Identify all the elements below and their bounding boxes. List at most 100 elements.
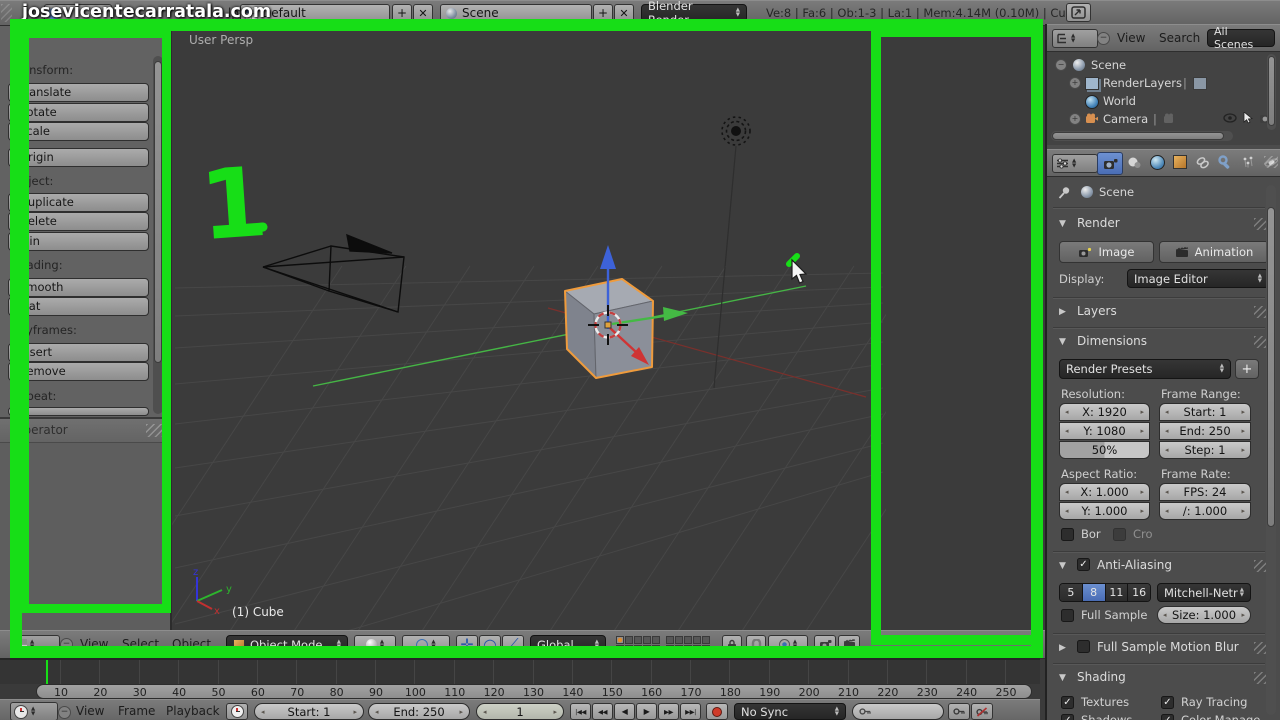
frame-step-field[interactable]: ◂ Step: 1 ▸ bbox=[1159, 441, 1251, 459]
textures-checkbox[interactable]: ✓ Textures bbox=[1061, 695, 1129, 709]
render-presets-dropdown[interactable]: Render Presets ▲ ▼ bbox=[1059, 359, 1231, 379]
outliner-scene-label[interactable]: Scene bbox=[1091, 58, 1126, 72]
layers-panel-header[interactable]: ▶ Layers bbox=[1047, 303, 1280, 321]
add-preset-button[interactable]: + bbox=[1235, 359, 1259, 379]
render-animation-button[interactable]: Animation bbox=[1159, 241, 1269, 263]
select-menu[interactable]: Select bbox=[122, 637, 159, 651]
operator-panel-label[interactable]: Operator bbox=[14, 423, 68, 437]
aa-samples-5[interactable]: 5 bbox=[1060, 584, 1083, 601]
aa-samples-11[interactable]: 11 bbox=[1105, 584, 1129, 601]
outliner-filter-dropdown[interactable]: All Scenes bbox=[1207, 25, 1275, 51]
outliner-v-scrollbar[interactable] bbox=[1267, 54, 1276, 130]
outliner-camera-label[interactable]: Camera bbox=[1103, 112, 1148, 126]
current-frame-line[interactable] bbox=[46, 660, 48, 684]
current-frame-field[interactable]: ◂ 1 ▸ bbox=[476, 703, 564, 720]
outliner-row-camera[interactable]: + Camera | bbox=[1047, 110, 1280, 128]
breadcrumb-scene[interactable]: Scene bbox=[1099, 185, 1134, 199]
jump-to-end-button[interactable]: ▶▶| bbox=[680, 703, 701, 720]
shading-panel-header[interactable]: ▼ Shading bbox=[1047, 669, 1280, 687]
panel-drag-grip[interactable] bbox=[1264, 156, 1278, 168]
window-resize-grip[interactable] bbox=[1, 4, 12, 22]
outliner-view-menu[interactable]: View bbox=[1117, 31, 1145, 45]
checkbox-icon[interactable]: ✓ bbox=[1077, 640, 1090, 653]
join-button[interactable]: Join bbox=[8, 232, 149, 251]
editor-type-selector[interactable]: ▲ ▼ bbox=[1052, 29, 1098, 48]
outliner-h-scrollbar[interactable] bbox=[1051, 131, 1233, 141]
aa-filter-dropdown[interactable]: Mitchell-Netr ▲ ▼ bbox=[1157, 583, 1251, 602]
snap-element-dropdown[interactable]: ▲ ▼ bbox=[768, 635, 808, 654]
tab-constraints[interactable] bbox=[1195, 155, 1210, 170]
tab-render[interactable] bbox=[1097, 152, 1123, 175]
prev-keyframe-button[interactable]: ◀◀ bbox=[592, 703, 613, 720]
collapse-menus-icon[interactable]: − bbox=[60, 638, 73, 651]
smooth-button[interactable]: Smooth bbox=[8, 278, 149, 297]
resolution-x-field[interactable]: ◂ X: 1920 ▸ bbox=[1059, 403, 1150, 421]
viewport-shading-dropdown[interactable]: ▲ ▼ bbox=[354, 635, 396, 654]
aa-samples-16[interactable]: 16 bbox=[1128, 584, 1150, 601]
timeline-scrollbar[interactable]: 10 20 30 40 50 60 70 80 90 100 110 120 130 140 150 160 1… bbox=[36, 684, 1032, 699]
render-engine-dropdown[interactable]: Blender Render ▲ ▼ bbox=[641, 0, 747, 27]
timeline-frame-menu[interactable]: Frame bbox=[118, 704, 155, 718]
render-image-button[interactable]: Image bbox=[1059, 241, 1154, 263]
expand-toggle-icon[interactable]: + bbox=[1069, 113, 1081, 125]
tab-scene[interactable] bbox=[1127, 155, 1142, 170]
fps-base-field[interactable]: ◂/: 1.000 ▸ bbox=[1159, 502, 1251, 520]
manipulator-rotate-button[interactable]: ◠ bbox=[479, 635, 501, 654]
delete-scene-button[interactable]: ✕ bbox=[614, 4, 634, 22]
outliner-row-world[interactable]: World bbox=[1047, 92, 1280, 110]
panel-drag-grip[interactable] bbox=[146, 424, 164, 437]
translate-button[interactable]: Translate bbox=[8, 83, 149, 102]
editor-type-selector[interactable]: ▲ ▼ bbox=[1052, 154, 1098, 173]
flat-button[interactable]: Flat bbox=[8, 297, 149, 316]
color-manage-checkbox[interactable]: ✓ Color Manage bbox=[1161, 713, 1260, 720]
aa-size-field[interactable]: ◂ Size: 1.000 ▸ bbox=[1157, 606, 1251, 624]
aspect-x-field[interactable]: ◂ X: 1.000 ▸ bbox=[1059, 483, 1150, 501]
keying-set-field[interactable] bbox=[852, 703, 944, 720]
full-sample-checkbox[interactable]: ✓ Full Sample bbox=[1061, 608, 1147, 622]
tab-particles[interactable] bbox=[1241, 155, 1256, 170]
outliner-row-renderlayers[interactable]: + RenderLayers | bbox=[1047, 74, 1280, 92]
timeline-playback-menu[interactable]: Playback bbox=[166, 704, 220, 718]
aa-samples-8[interactable]: 8 bbox=[1082, 584, 1106, 601]
aspect-y-field[interactable]: ◂ Y: 1.000 ▸ bbox=[1059, 502, 1150, 520]
duplicate-button[interactable]: Duplicate bbox=[8, 193, 149, 212]
snap-magnet-button[interactable] bbox=[746, 635, 766, 654]
lamp-object[interactable] bbox=[713, 116, 751, 389]
view-menu[interactable]: View bbox=[80, 637, 108, 651]
scene-dropdown[interactable]: Scene bbox=[440, 4, 592, 22]
repeat-last-button[interactable] bbox=[8, 407, 149, 416]
fsmb-panel-header[interactable]: ▶ ✓ Full Sample Motion Blur bbox=[1047, 639, 1280, 657]
aa-samples-segment[interactable]: 5 8 11 16 bbox=[1059, 583, 1151, 602]
lock-to-scene-button[interactable] bbox=[722, 635, 742, 654]
window-duplicate-icon[interactable] bbox=[1066, 3, 1091, 22]
crop-checkbox[interactable]: ✓ Cro bbox=[1113, 527, 1153, 541]
editor-type-selector[interactable]: ▲ ▼ bbox=[12, 635, 60, 654]
orientation-dropdown[interactable]: Global ▲ ▼ bbox=[530, 635, 606, 654]
layers-grid-1[interactable] bbox=[616, 636, 660, 653]
sync-mode-dropdown[interactable]: No Sync ▲ ▼ bbox=[734, 703, 846, 720]
antialiasing-panel-header[interactable]: ▼ ✓ Anti-Aliasing bbox=[1047, 557, 1280, 575]
frame-start-field[interactable]: ◂ Start: 1 ▸ bbox=[254, 703, 364, 720]
remove-keyframe-button[interactable]: Remove bbox=[8, 362, 149, 381]
render-opengl-button[interactable] bbox=[814, 635, 836, 654]
pivot-point-dropdown[interactable]: ▲ ▼ bbox=[402, 635, 450, 654]
frame-end-field[interactable]: ◂ End: 250 ▸ bbox=[1159, 422, 1251, 440]
editor-type-selector[interactable]: ▲ ▼ bbox=[10, 702, 58, 720]
fps-field[interactable]: ◂ FPS: 24 ▸ bbox=[1159, 483, 1251, 501]
jump-to-start-button[interactable]: |◀◀ bbox=[570, 703, 591, 720]
shadows-checkbox[interactable]: ✓ Shadows bbox=[1061, 713, 1132, 720]
origin-button[interactable]: Origin bbox=[8, 148, 149, 167]
play-reverse-button[interactable]: ◀ bbox=[614, 703, 635, 720]
mode-dropdown[interactable]: Object Mode ▲ ▼ bbox=[226, 635, 348, 654]
outliner-search-menu[interactable]: Search bbox=[1159, 31, 1200, 45]
collapse-menus-icon[interactable]: − bbox=[1097, 32, 1110, 45]
manipulator-scale-button[interactable]: ⟋ bbox=[502, 635, 524, 654]
add-scene-button[interactable]: + bbox=[593, 4, 613, 22]
record-button[interactable] bbox=[706, 703, 728, 720]
expand-toggle-icon[interactable]: + bbox=[1069, 77, 1081, 89]
display-dropdown[interactable]: Image Editor ▲ ▼ bbox=[1127, 269, 1269, 288]
expand-toggle-icon[interactable]: − bbox=[1055, 59, 1067, 71]
renderable-icon[interactable] bbox=[1193, 77, 1207, 90]
properties-scrollbar[interactable] bbox=[1266, 185, 1276, 715]
outliner-row-scene[interactable]: − Scene bbox=[1047, 56, 1280, 74]
